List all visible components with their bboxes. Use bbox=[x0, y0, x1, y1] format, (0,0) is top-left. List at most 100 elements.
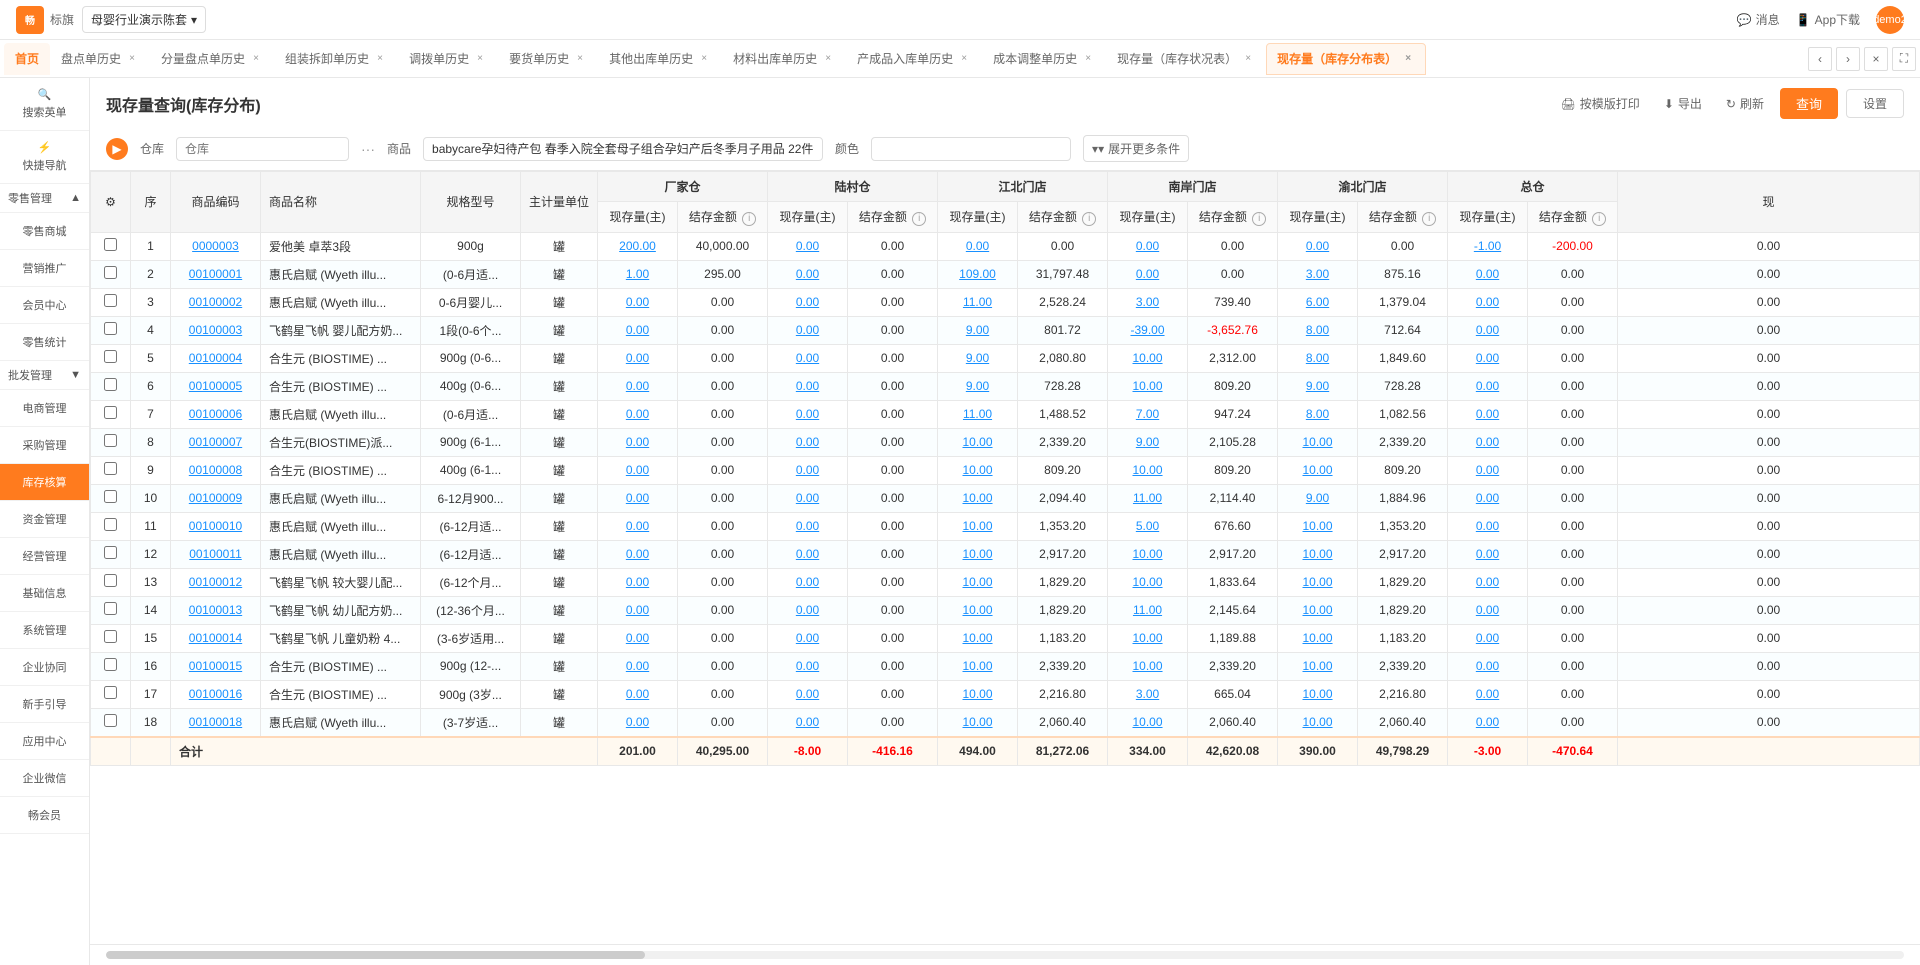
sidebar-item-nav[interactable]: ⚡ 快捷导航 bbox=[0, 131, 89, 184]
settings-icon[interactable]: ⚙ bbox=[105, 195, 116, 209]
stock-link[interactable]: 0.00 bbox=[1476, 295, 1499, 309]
product-code-link[interactable]: 00100015 bbox=[189, 659, 242, 673]
stock-link[interactable]: 10.00 bbox=[963, 575, 993, 589]
row-checkbox[interactable] bbox=[104, 714, 117, 727]
sidebar-item-purchase[interactable]: 采购管理 bbox=[0, 427, 89, 464]
stock-link[interactable]: 0.00 bbox=[1476, 435, 1499, 449]
tab-close-icon[interactable]: × bbox=[1081, 52, 1095, 66]
stock-link[interactable]: 0.00 bbox=[796, 267, 819, 281]
row-checkbox[interactable] bbox=[104, 518, 117, 531]
stock-link[interactable]: 6.00 bbox=[1306, 295, 1329, 309]
stock-link[interactable]: 0.00 bbox=[626, 323, 649, 337]
stock-link[interactable]: 10.00 bbox=[1303, 575, 1333, 589]
warehouse-input[interactable] bbox=[176, 137, 349, 161]
info-icon[interactable]: i bbox=[912, 212, 926, 226]
stock-link[interactable]: 10.00 bbox=[1133, 659, 1163, 673]
stock-link[interactable]: 9.00 bbox=[1136, 435, 1159, 449]
stock-link[interactable]: 0.00 bbox=[1476, 519, 1499, 533]
row-checkbox-cell[interactable] bbox=[91, 400, 131, 428]
stock-link[interactable]: 0.00 bbox=[626, 351, 649, 365]
stock-link[interactable]: 0.00 bbox=[1476, 463, 1499, 477]
print-button[interactable]: 🖨 按模版打印 bbox=[1553, 91, 1648, 116]
sidebar-item-app-center[interactable]: 应用中心 bbox=[0, 723, 89, 760]
stock-link[interactable]: 0.00 bbox=[796, 491, 819, 505]
stock-link[interactable]: 0.00 bbox=[626, 295, 649, 309]
stock-link[interactable]: 10.00 bbox=[963, 631, 993, 645]
goods-input[interactable] bbox=[423, 137, 823, 161]
tab-stock-dist[interactable]: 现存量（库存分布表） × bbox=[1266, 43, 1426, 75]
settings-col-header[interactable]: ⚙ bbox=[91, 172, 131, 233]
query-button[interactable]: 查询 bbox=[1780, 88, 1838, 119]
stock-link[interactable]: 0.00 bbox=[1476, 407, 1499, 421]
info-icon[interactable]: i bbox=[1592, 212, 1606, 226]
row-checkbox-cell[interactable] bbox=[91, 232, 131, 260]
row-checkbox-cell[interactable] bbox=[91, 568, 131, 596]
stock-link[interactable]: 0.00 bbox=[1476, 351, 1499, 365]
stock-link[interactable]: 10.00 bbox=[1303, 547, 1333, 561]
tab-close-icon[interactable]: × bbox=[573, 52, 587, 66]
stock-link[interactable]: 3.00 bbox=[1136, 295, 1159, 309]
sidebar-item-member[interactable]: 会员中心 bbox=[0, 287, 89, 324]
row-checkbox-cell[interactable] bbox=[91, 288, 131, 316]
tab-material-out[interactable]: 材料出库单历史 × bbox=[722, 43, 846, 75]
stock-link[interactable]: 1.00 bbox=[626, 267, 649, 281]
product-code-link[interactable]: 00100004 bbox=[189, 351, 242, 365]
stock-link[interactable]: 10.00 bbox=[963, 547, 993, 561]
stock-link[interactable]: 10.00 bbox=[1303, 659, 1333, 673]
stock-link[interactable]: 0.00 bbox=[1306, 239, 1329, 253]
tab-close-icon[interactable]: × bbox=[697, 52, 711, 66]
sidebar-item-wholesale[interactable]: 批发管理 ▼ bbox=[0, 361, 89, 390]
stock-link[interactable]: 10.00 bbox=[963, 659, 993, 673]
stock-link[interactable]: 10.00 bbox=[1303, 631, 1333, 645]
stock-link[interactable]: 0.00 bbox=[966, 239, 989, 253]
row-checkbox-cell[interactable] bbox=[91, 708, 131, 737]
stock-link[interactable]: 0.00 bbox=[626, 715, 649, 729]
stock-link[interactable]: 10.00 bbox=[1133, 379, 1163, 393]
stock-link[interactable]: 0.00 bbox=[1476, 631, 1499, 645]
stock-link[interactable]: 109.00 bbox=[959, 267, 996, 281]
tab-close-icon[interactable]: × bbox=[957, 52, 971, 66]
tab-close-icon[interactable]: × bbox=[473, 52, 487, 66]
stock-link[interactable]: 0.00 bbox=[626, 575, 649, 589]
stock-link[interactable]: 0.00 bbox=[626, 435, 649, 449]
tab-maximize-btn[interactable]: ⛶ bbox=[1892, 47, 1916, 71]
stock-link[interactable]: 3.00 bbox=[1306, 267, 1329, 281]
row-checkbox[interactable] bbox=[104, 350, 117, 363]
stock-link[interactable]: 10.00 bbox=[963, 435, 993, 449]
sidebar-item-basic[interactable]: 基础信息 bbox=[0, 575, 89, 612]
stock-link[interactable]: 10.00 bbox=[1133, 575, 1163, 589]
info-icon[interactable]: i bbox=[742, 212, 756, 226]
tab-close-all-btn[interactable]: × bbox=[1864, 47, 1888, 71]
tab-inventory-count[interactable]: 盘点单历史 × bbox=[50, 43, 150, 75]
stock-link[interactable]: 11.00 bbox=[963, 295, 992, 309]
stock-link[interactable]: 10.00 bbox=[963, 463, 993, 477]
sidebar-item-guide[interactable]: 新手引导 bbox=[0, 686, 89, 723]
row-checkbox-cell[interactable] bbox=[91, 680, 131, 708]
stock-link[interactable]: 9.00 bbox=[966, 323, 989, 337]
stock-link[interactable]: 10.00 bbox=[1133, 631, 1163, 645]
stock-link[interactable]: 0.00 bbox=[1476, 687, 1499, 701]
row-checkbox[interactable] bbox=[104, 294, 117, 307]
stock-link[interactable]: 11.00 bbox=[1133, 603, 1162, 617]
stock-link[interactable]: 0.00 bbox=[796, 295, 819, 309]
stock-link[interactable]: 0.00 bbox=[796, 239, 819, 253]
row-checkbox-cell[interactable] bbox=[91, 456, 131, 484]
stock-link[interactable]: 0.00 bbox=[796, 435, 819, 449]
tab-close-icon[interactable]: × bbox=[1241, 52, 1255, 66]
stock-link[interactable]: 0.00 bbox=[796, 547, 819, 561]
stock-link[interactable]: 10.00 bbox=[1133, 351, 1163, 365]
stock-link[interactable]: 7.00 bbox=[1136, 407, 1159, 421]
stock-link[interactable]: 0.00 bbox=[1476, 323, 1499, 337]
product-code-link[interactable]: 00100012 bbox=[189, 575, 242, 589]
row-checkbox[interactable] bbox=[104, 686, 117, 699]
row-checkbox[interactable] bbox=[104, 462, 117, 475]
stock-link[interactable]: 9.00 bbox=[966, 379, 989, 393]
sidebar-item-finance[interactable]: 资金管理 bbox=[0, 501, 89, 538]
export-button[interactable]: ⬇ 导出 bbox=[1656, 91, 1710, 116]
stock-link[interactable]: 0.00 bbox=[1476, 603, 1499, 617]
stock-link[interactable]: 0.00 bbox=[1136, 239, 1159, 253]
stock-link[interactable]: 10.00 bbox=[963, 603, 993, 617]
stock-link[interactable]: 0.00 bbox=[626, 463, 649, 477]
product-code-link[interactable]: 00100002 bbox=[189, 295, 242, 309]
stock-link[interactable]: 0.00 bbox=[1476, 379, 1499, 393]
